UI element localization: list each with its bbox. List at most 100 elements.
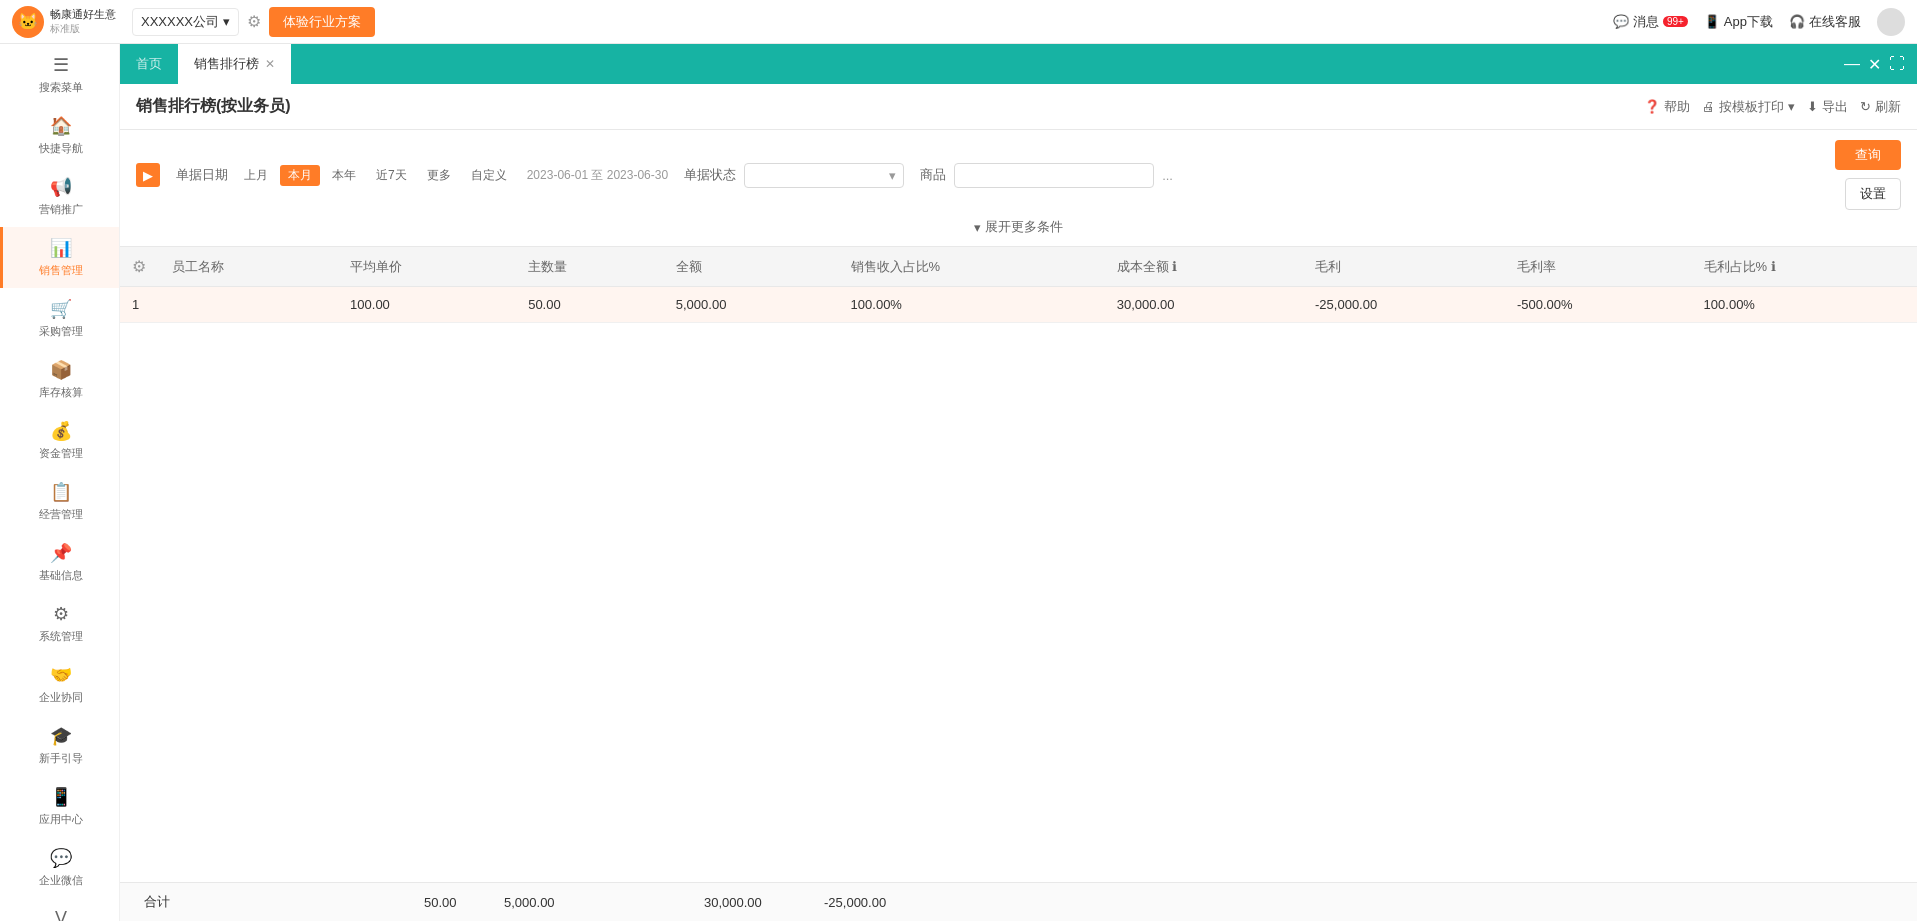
basics-icon: 📌 xyxy=(50,542,72,564)
date-tab-7days[interactable]: 近7天 xyxy=(368,165,415,186)
window-minimize-icon[interactable]: — xyxy=(1844,55,1860,73)
date-tab-prev-month[interactable]: 上月 xyxy=(236,165,276,186)
cell-rank: 1 xyxy=(120,287,160,323)
col-settings[interactable]: ⚙ xyxy=(120,247,160,287)
sidebar-label-quick-nav: 快捷导航 xyxy=(39,141,83,156)
help-button[interactable]: ❓ 帮助 xyxy=(1644,98,1690,116)
top-bar: 🐱 畅康通好生意 标准版 XXXXXX公司 ▾ ⚙ 体验行业方案 💬 消息 99… xyxy=(0,0,1917,44)
logo-line1: 畅康通好生意 xyxy=(50,7,116,22)
date-tabs: 上月 本月 本年 近7天 更多 自定义 xyxy=(236,165,515,186)
tab-home[interactable]: 首页 xyxy=(120,44,178,84)
sidebar-item-inventory[interactable]: 📦 库存核算 xyxy=(0,349,119,410)
purchase-icon: 🛒 xyxy=(50,298,72,320)
sidebar-item-membership[interactable]: V 畅会员 xyxy=(0,898,119,921)
sidebar-item-basics[interactable]: 📌 基础信息 xyxy=(0,532,119,593)
app-download-label: App下载 xyxy=(1724,13,1773,31)
messages-button[interactable]: 💬 消息 99+ xyxy=(1613,13,1688,31)
table-row: 1 100.00 50.00 5,000.00 100.00% 30,000.0… xyxy=(120,287,1917,323)
sidebar-item-search[interactable]: ☰ 搜索菜单 xyxy=(0,44,119,105)
more-filter-icon[interactable]: ... xyxy=(1162,168,1173,183)
col-name: 员工名称 xyxy=(160,247,338,287)
cell-profit-rate: -500.00% xyxy=(1505,287,1692,323)
page-content: 销售排行榜(按业务员) ❓ 帮助 🖨 按模板打印 ▾ ⬇ 导出 xyxy=(120,84,1917,921)
top-bar-left: 🐱 畅康通好生意 标准版 XXXXXX公司 ▾ ⚙ 体验行业方案 xyxy=(12,6,1613,38)
sidebar-item-operations[interactable]: 📋 经营管理 xyxy=(0,471,119,532)
avatar[interactable] xyxy=(1877,8,1905,36)
footer-total-label: 合计 xyxy=(132,893,332,911)
sidebar-label-marketing: 营销推广 xyxy=(39,202,83,217)
expand-filter-button[interactable]: ▾ 展开更多条件 xyxy=(136,218,1901,236)
window-expand-icon[interactable]: ⛶ xyxy=(1889,55,1905,73)
app-download-button[interactable]: 📱 App下载 xyxy=(1704,13,1773,31)
query-button[interactable]: 查询 xyxy=(1835,140,1901,170)
settings-icon[interactable]: ⚙ xyxy=(247,12,261,31)
sidebar-item-system[interactable]: ⚙ 系统管理 xyxy=(0,593,119,654)
table-section: ⚙ 员工名称 平均单价 主数量 全额 销售收入占比% 成本全额 ℹ 毛利 毛利率 xyxy=(120,247,1917,882)
col-total: 全额 xyxy=(664,247,839,287)
top-bar-right: 💬 消息 99+ 📱 App下载 🎧 在线客服 xyxy=(1613,8,1905,36)
sidebar-item-quick-nav[interactable]: 🏠 快捷导航 xyxy=(0,105,119,166)
tab-sales-ranking-label: 销售排行榜 xyxy=(194,55,259,73)
sidebar-item-guide[interactable]: 🎓 新手引导 xyxy=(0,715,119,776)
tab-close-icon[interactable]: ✕ xyxy=(265,57,275,71)
filter-bar: ▶ 单据日期 上月 本月 本年 近7天 更多 自定义 2023-06-01 至 … xyxy=(120,130,1917,247)
sidebar-label-search: 搜索菜单 xyxy=(39,80,83,95)
footer-total: 5,000.00 xyxy=(492,895,592,910)
date-tab-current-year[interactable]: 本年 xyxy=(324,165,364,186)
col-cost: 成本全额 ℹ xyxy=(1105,247,1303,287)
company-name: XXXXXX公司 xyxy=(141,13,219,31)
online-service-button[interactable]: 🎧 在线客服 xyxy=(1789,13,1861,31)
sidebar-item-wechat[interactable]: 💬 企业微信 xyxy=(0,837,119,898)
status-select[interactable] xyxy=(744,163,904,188)
filter-collapse-arrow[interactable]: ▶ xyxy=(136,163,160,187)
sidebar-label-inventory: 库存核算 xyxy=(39,385,83,400)
refresh-button[interactable]: ↻ 刷新 xyxy=(1860,98,1901,116)
export-label: 导出 xyxy=(1822,98,1848,116)
tab-sales-ranking[interactable]: 销售排行榜 ✕ xyxy=(178,44,291,84)
sidebar-item-purchase[interactable]: 🛒 采购管理 xyxy=(0,288,119,349)
print-button[interactable]: 🖨 按模板打印 ▾ xyxy=(1702,98,1795,116)
tab-home-label: 首页 xyxy=(136,55,162,73)
cell-sales-pct: 100.00% xyxy=(839,287,1105,323)
date-tab-current-month[interactable]: 本月 xyxy=(280,165,320,186)
print-icon: 🖨 xyxy=(1702,99,1715,114)
sidebar-item-enterprise[interactable]: 🤝 企业协同 xyxy=(0,654,119,715)
company-selector[interactable]: XXXXXX公司 ▾ xyxy=(132,8,239,36)
footer-row: 合计 50.00 5,000.00 30,000.00 -25,000.00 xyxy=(132,893,1905,911)
table-header-row: ⚙ 员工名称 平均单价 主数量 全额 销售收入占比% 成本全额 ℹ 毛利 毛利率 xyxy=(120,247,1917,287)
sidebar-label-enterprise: 企业协同 xyxy=(39,690,83,705)
date-tab-custom[interactable]: 自定义 xyxy=(463,165,515,186)
guide-icon: 🎓 xyxy=(50,725,72,747)
sales-icon: 📊 xyxy=(50,237,72,259)
trial-button[interactable]: 体验行业方案 xyxy=(269,7,375,37)
page-actions: ❓ 帮助 🖨 按模板打印 ▾ ⬇ 导出 ↻ 刷新 xyxy=(1644,98,1901,116)
date-range-display: 2023-06-01 至 2023-06-30 xyxy=(527,167,668,184)
inventory-icon: 📦 xyxy=(50,359,72,381)
phone-icon: 📱 xyxy=(1704,14,1720,29)
refresh-label: 刷新 xyxy=(1875,98,1901,116)
settings-button[interactable]: 设置 xyxy=(1845,178,1901,210)
column-settings-icon[interactable]: ⚙ xyxy=(132,258,146,275)
sidebar-item-sales[interactable]: 📊 销售管理 xyxy=(0,227,119,288)
sidebar-item-finance[interactable]: 💰 资金管理 xyxy=(0,410,119,471)
sidebar-item-marketing[interactable]: 📢 营销推广 xyxy=(0,166,119,227)
col-main-qty: 主数量 xyxy=(516,247,664,287)
membership-icon: V xyxy=(55,908,67,921)
export-button[interactable]: ⬇ 导出 xyxy=(1807,98,1848,116)
messages-badge: 99+ xyxy=(1663,16,1688,27)
footer-profit: -25,000.00 xyxy=(812,895,932,910)
chevron-down-icon: ▾ xyxy=(223,14,230,29)
cell-avg-price: 100.00 xyxy=(338,287,516,323)
sidebar-label-basics: 基础信息 xyxy=(39,568,83,583)
window-close-icon[interactable]: ✕ xyxy=(1868,55,1881,74)
sidebar-item-apps[interactable]: 📱 应用中心 xyxy=(0,776,119,837)
date-filter-group: 单据日期 上月 本月 本年 近7天 更多 自定义 2023-06-01 至 20… xyxy=(176,165,668,186)
status-select-wrapper xyxy=(744,163,904,188)
sidebar-label-operations: 经营管理 xyxy=(39,507,83,522)
filter-row: ▶ 单据日期 上月 本月 本年 近7天 更多 自定义 2023-06-01 至 … xyxy=(136,140,1901,210)
date-filter-label: 单据日期 xyxy=(176,166,228,184)
goods-input[interactable] xyxy=(954,163,1154,188)
footer-cost: 30,000.00 xyxy=(692,895,812,910)
col-sales-pct: 销售收入占比% xyxy=(839,247,1105,287)
date-tab-more[interactable]: 更多 xyxy=(419,165,459,186)
